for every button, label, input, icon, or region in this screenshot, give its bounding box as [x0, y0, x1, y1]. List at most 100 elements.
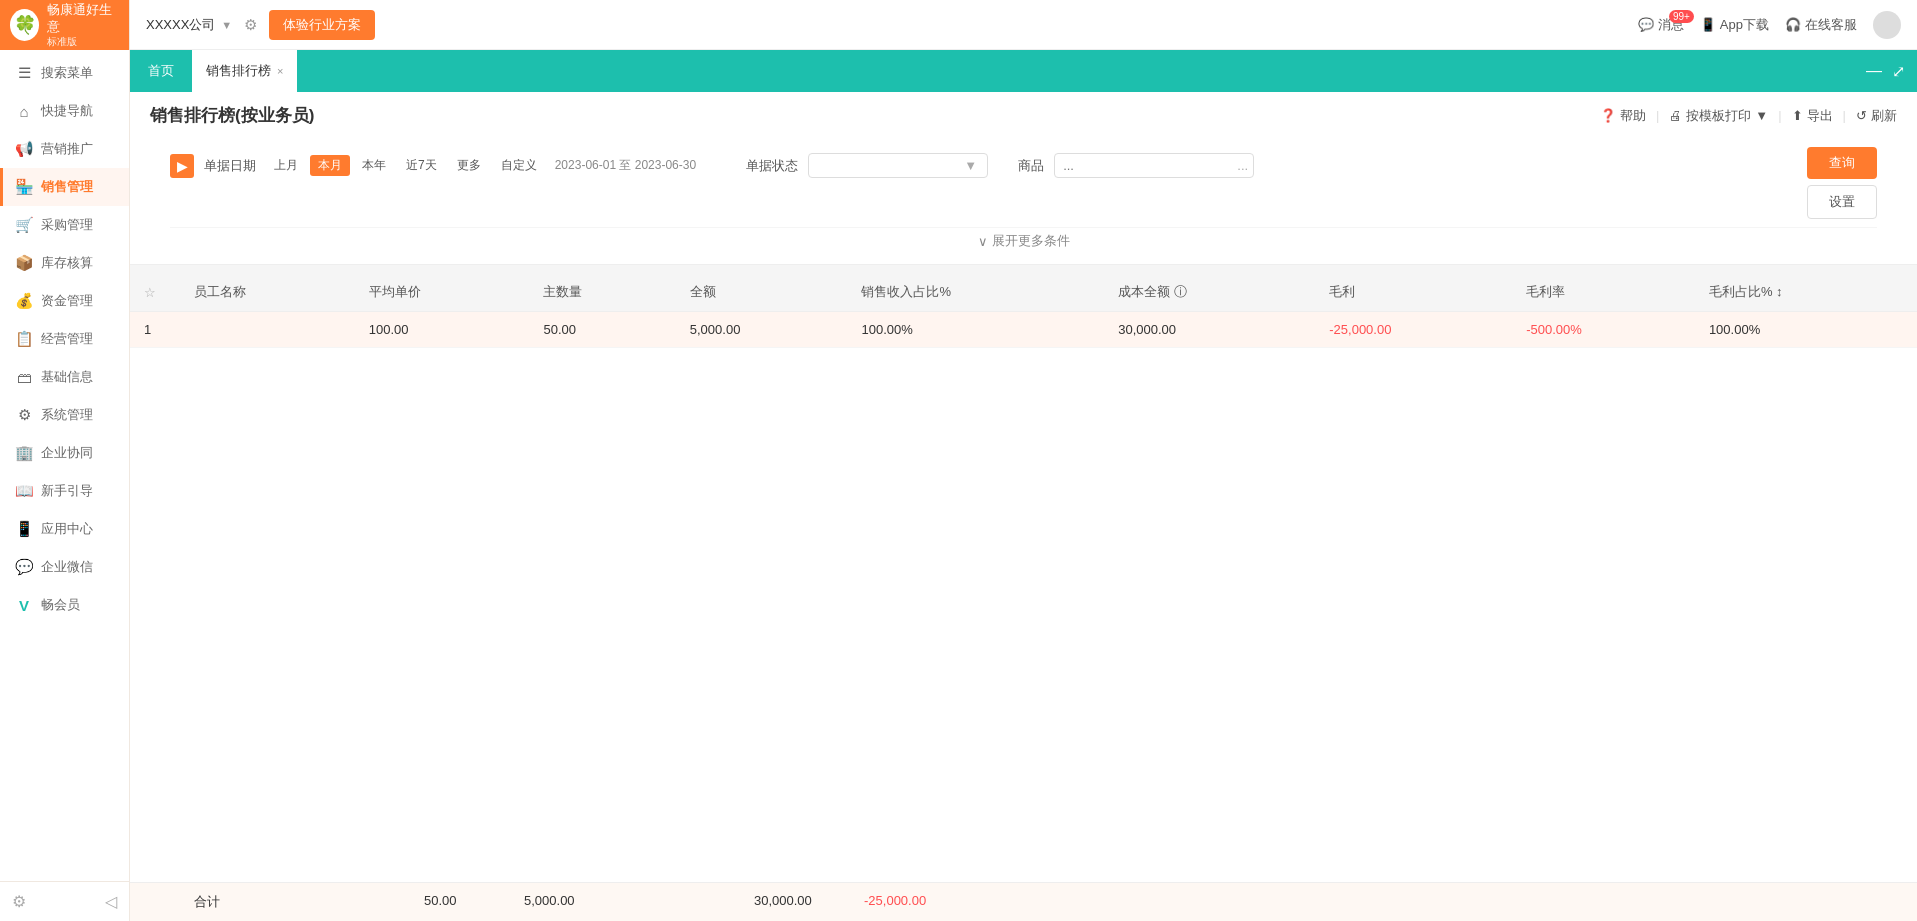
tab-close-icon[interactable]: ×: [277, 65, 283, 77]
page-header: 销售排行榜(按业务员) ❓ 帮助 | 🖨 按模板打印 ▼ | ⬆: [130, 92, 1917, 265]
sidebar-item-inventory[interactable]: 📦 库存核算: [0, 244, 129, 282]
print-icon: 🖨: [1669, 108, 1682, 123]
content-area: 销售排行榜(按业务员) ❓ 帮助 | 🖨 按模板打印 ▼ | ⬆: [130, 92, 1917, 921]
date-tab-last-month[interactable]: 上月: [266, 155, 306, 176]
table-header-row: ☆ 员工名称 平均单价 主数量 全额 销售收入占比% 成本全额 ⓘ 毛利 毛利率…: [130, 273, 1917, 312]
sales-rank-table: ☆ 员工名称 平均单价 主数量 全额 销售收入占比% 成本全额 ⓘ 毛利 毛利率…: [130, 273, 1917, 348]
sidebar-item-wechat[interactable]: 💬 企业微信: [0, 548, 129, 586]
top-header: XXXXX公司 ▼ ⚙ 体验行业方案 💬 消息 99+ 📱 App下载 🎧 在线…: [130, 0, 1917, 50]
filter-area: ▶ 单据日期 上月 本月 本年 近7天 更多 自定义 2023-06-01 至 …: [150, 137, 1897, 264]
company-selector[interactable]: XXXXX公司 ▼: [146, 16, 232, 34]
footer-amount: 5,000.00: [510, 883, 620, 921]
operations-icon: 📋: [15, 330, 33, 348]
date-tabs: 上月 本月 本年 近7天 更多 自定义: [266, 155, 545, 176]
filter-right: 查询 设置: [1797, 147, 1877, 219]
page-title: 销售排行榜(按业务员): [150, 104, 314, 127]
message-icon: 💬: [1638, 17, 1654, 32]
finance-icon: 💰: [15, 292, 33, 310]
footer-avg-price-empty: [300, 883, 410, 921]
sidebar-collapse-icon[interactable]: ◁: [105, 892, 117, 911]
col-sales-ratio: 销售收入占比%: [847, 273, 1104, 312]
goods-input-dots: ...: [1237, 158, 1248, 173]
tab-bar-controls: — ⤢: [1866, 62, 1917, 81]
online-service-button[interactable]: 🎧 在线客服: [1785, 16, 1857, 34]
message-button[interactable]: 💬 消息 99+: [1638, 16, 1684, 34]
cell-sales-ratio: 100.00%: [847, 312, 1104, 348]
page-actions: ❓ 帮助 | 🖨 按模板打印 ▼ | ⬆ 导出 |: [1600, 107, 1897, 125]
col-gross-ratio: 毛利占比% ↕: [1695, 273, 1917, 312]
inventory-icon: 📦: [15, 254, 33, 272]
sidebar-item-sales[interactable]: 🏪 销售管理: [0, 168, 129, 206]
cell-amount: 5,000.00: [676, 312, 848, 348]
tab-home[interactable]: 首页: [130, 50, 192, 92]
sidebar: 🍀 畅康通好生意 标准版 ☰ 搜索菜单 ⌂ 快捷导航 📢 营销推广 🏪 销售管理…: [0, 0, 130, 921]
sidebar-item-search-order[interactable]: ☰ 搜索菜单: [0, 54, 129, 92]
marketing-icon: 📢: [15, 140, 33, 158]
chevron-down-icon: ∨: [978, 234, 988, 249]
app-center-icon: 📱: [15, 520, 33, 538]
sidebar-footer: ⚙ ◁: [0, 881, 129, 921]
expand-more-button[interactable]: ∨ 展开更多条件: [978, 232, 1070, 250]
table-row: 1 100.00 50.00 5,000.00 100.00% 30,000.0…: [130, 312, 1917, 348]
experience-button[interactable]: 体验行业方案: [269, 10, 375, 40]
date-tab-more[interactable]: 更多: [449, 155, 489, 176]
print-button[interactable]: 🖨 按模板打印 ▼: [1669, 107, 1768, 125]
message-badge: 99+: [1669, 10, 1694, 23]
footer-settings-icon[interactable]: ⚙: [12, 892, 26, 911]
home-icon: ⌂: [15, 103, 33, 120]
sidebar-item-purchase[interactable]: 🛒 采购管理: [0, 206, 129, 244]
footer-label: [130, 883, 180, 921]
tab-minimize-icon[interactable]: —: [1866, 62, 1882, 80]
refresh-button[interactable]: ↺ 刷新: [1856, 107, 1897, 125]
footer-gross-profit: -25,000.00: [850, 883, 960, 921]
sidebar-nav: ☰ 搜索菜单 ⌂ 快捷导航 📢 营销推广 🏪 销售管理 🛒 采购管理 📦 库存核…: [0, 50, 129, 881]
footer-total-label: 合计: [180, 883, 300, 921]
footer-sales-ratio-empty: [620, 883, 740, 921]
print-dropdown-icon: ▼: [1755, 108, 1768, 123]
basic-info-icon: 🗃: [15, 369, 33, 386]
cell-qty: 50.00: [529, 312, 675, 348]
sales-icon: 🏪: [15, 178, 33, 196]
date-tab-custom[interactable]: 自定义: [493, 155, 545, 176]
sidebar-item-finance[interactable]: 💰 资金管理: [0, 282, 129, 320]
user-avatar[interactable]: [1873, 11, 1901, 39]
tab-sales-rank[interactable]: 销售排行榜 ×: [192, 50, 297, 92]
date-tab-this-month[interactable]: 本月: [310, 155, 350, 176]
date-tab-7days[interactable]: 近7天: [398, 155, 445, 176]
date-tab-this-year[interactable]: 本年: [354, 155, 394, 176]
goods-filter-wrapper: ...: [1054, 153, 1254, 178]
filter-toggle-button[interactable]: ▶: [170, 154, 194, 178]
cell-gross-rate: -500.00%: [1512, 312, 1695, 348]
sidebar-item-quick-nav[interactable]: ⌂ 快捷导航: [0, 92, 129, 130]
cell-rank: 1: [130, 312, 180, 348]
headset-icon: 🎧: [1785, 17, 1801, 32]
settings-button[interactable]: 设置: [1807, 185, 1877, 219]
col-name: 员工名称: [180, 273, 355, 312]
query-button[interactable]: 查询: [1807, 147, 1877, 179]
header-settings-button[interactable]: ⚙: [244, 16, 257, 34]
wechat-icon: 💬: [15, 558, 33, 576]
sidebar-item-app-center[interactable]: 📱 应用中心: [0, 510, 129, 548]
status-filter-select[interactable]: ▼: [808, 153, 988, 178]
col-cost: 成本全额 ⓘ: [1104, 273, 1315, 312]
goods-filter-input[interactable]: [1054, 153, 1254, 178]
sidebar-item-member[interactable]: V 畅会员: [0, 586, 129, 624]
logo-text: 畅康通好生意 标准版: [47, 2, 119, 49]
guide-icon: 📖: [15, 482, 33, 500]
tab-bar: 首页 销售排行榜 × — ⤢: [130, 50, 1917, 92]
sidebar-item-guide[interactable]: 📖 新手引导: [0, 472, 129, 510]
tab-maximize-icon[interactable]: ⤢: [1892, 62, 1905, 81]
sidebar-item-enterprise[interactable]: 🏢 企业协同: [0, 434, 129, 472]
sidebar-item-basic-info[interactable]: 🗃 基础信息: [0, 358, 129, 396]
export-button[interactable]: ⬆ 导出: [1792, 107, 1833, 125]
sidebar-item-marketing[interactable]: 📢 营销推广: [0, 130, 129, 168]
col-gross-profit: 毛利: [1315, 273, 1512, 312]
col-amount: 全额: [676, 273, 848, 312]
cell-gross-ratio: 100.00%: [1695, 312, 1917, 348]
enterprise-icon: 🏢: [15, 444, 33, 462]
app-download-button[interactable]: 📱 App下载: [1700, 16, 1769, 34]
help-button[interactable]: ❓ 帮助: [1600, 107, 1646, 125]
logo-icon: 🍀: [10, 9, 39, 41]
sidebar-item-operations[interactable]: 📋 经营管理: [0, 320, 129, 358]
sidebar-item-system[interactable]: ⚙ 系统管理: [0, 396, 129, 434]
